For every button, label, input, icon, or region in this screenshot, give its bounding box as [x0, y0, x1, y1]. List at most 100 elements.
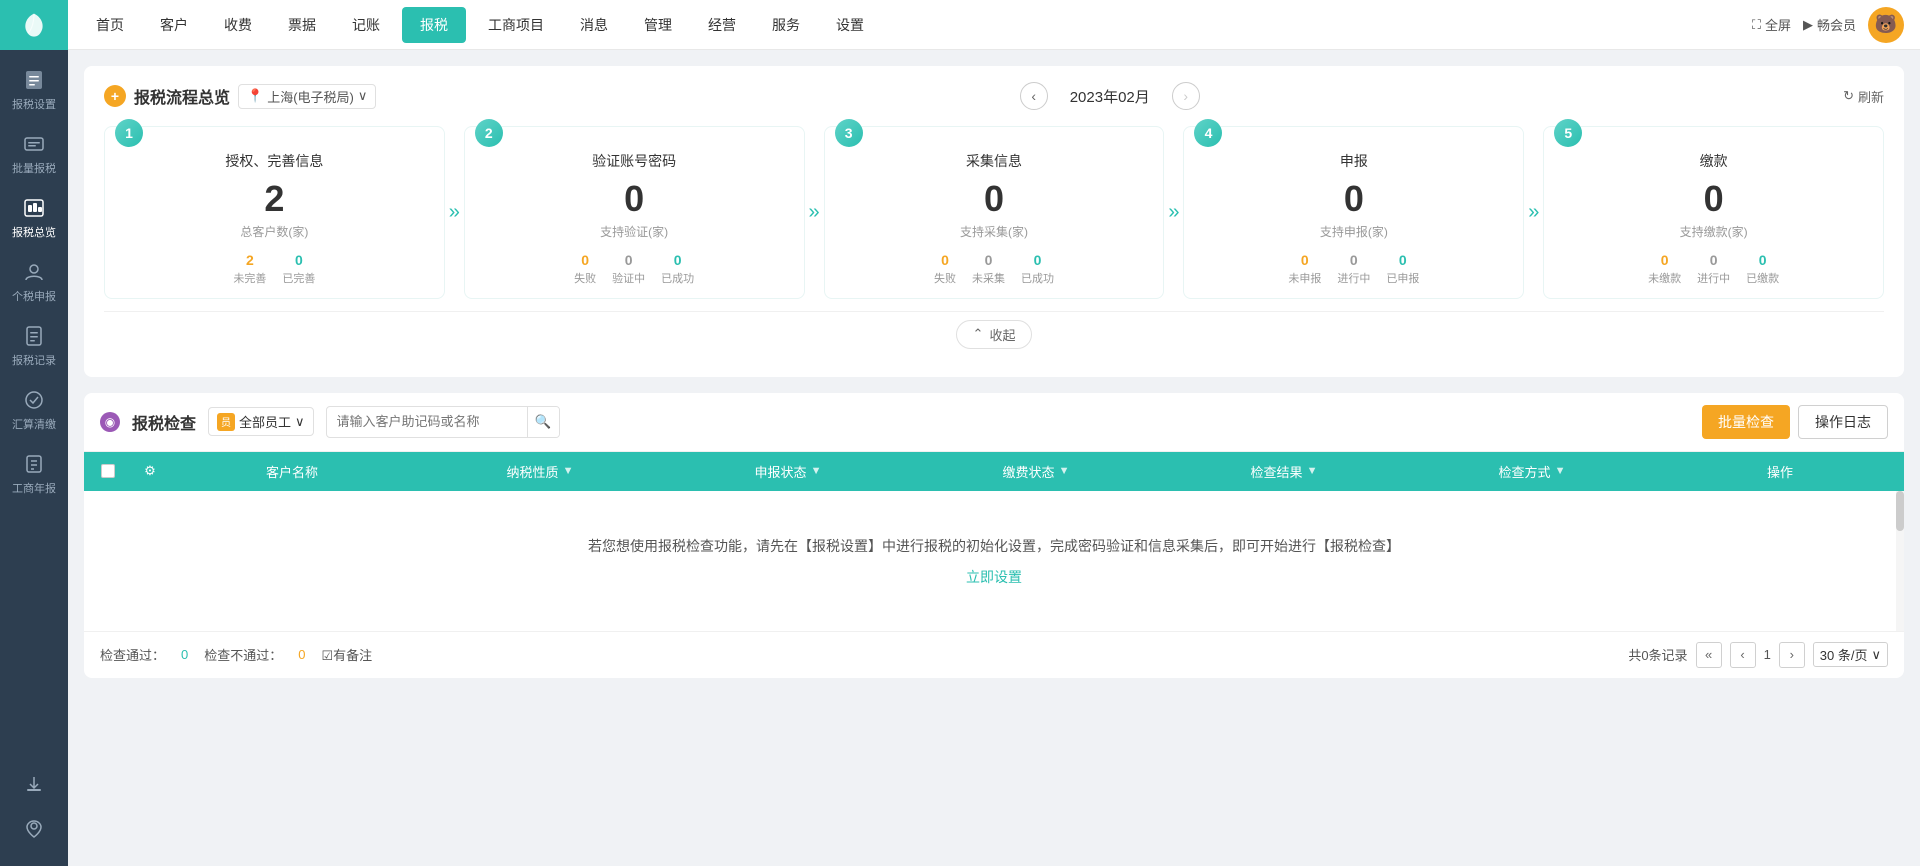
step-5-sub-stats: 0 未缴款 0 进行中 0 已缴款 [1556, 252, 1871, 286]
nav-home[interactable]: 首页 [78, 0, 142, 50]
sidebar-item-annual-report[interactable]: 工商年报 [0, 442, 68, 506]
step-1-sub-0-value: 2 [246, 252, 254, 268]
step-1-title: 授权、完善信息 [225, 151, 323, 171]
nav-fee[interactable]: 收费 [206, 0, 270, 50]
search-input[interactable] [327, 409, 527, 434]
nav-bookkeeping[interactable]: 记账 [334, 0, 398, 50]
step-5-title: 缴款 [1700, 151, 1728, 171]
batch-check-button[interactable]: 批量检查 [1702, 405, 1790, 439]
step-3-value: 0 [984, 179, 1004, 219]
sidebar-item-tax-settings[interactable]: 报税设置 [0, 58, 68, 122]
flow-steps: 1 授权、完善信息 2 总客户数(家) 2 未完善 0 已完善 [104, 126, 1884, 299]
prev-month-button[interactable]: ‹ [1020, 82, 1048, 110]
th-fee-status[interactable]: 缴费状态 ▼ [912, 452, 1160, 491]
sidebar-item-tax-overview[interactable]: 报税总览 [0, 186, 68, 250]
operation-log-button[interactable]: 操作日志 [1798, 405, 1888, 439]
fullscreen-icon: ⛶ [1752, 17, 1761, 33]
step-4-label: 支持申报(家) [1320, 223, 1388, 240]
nav-customer[interactable]: 客户 [142, 0, 206, 50]
nav-invoice[interactable]: 票据 [270, 0, 334, 50]
nav-message[interactable]: 消息 [562, 0, 626, 50]
flow-overview-card: + 报税流程总览 📍 上海(电子税局) ∨ ‹ 2023年02月 › ↻ 刷新 [84, 66, 1904, 377]
sidebar-item-batch-tax[interactable]: 批量报税 [0, 122, 68, 186]
flow-title-left: + 报税流程总览 📍 上海(电子税局) ∨ [104, 84, 376, 109]
sidebar-item-location[interactable] [0, 806, 68, 850]
annual-report-icon [22, 452, 46, 476]
search-button[interactable]: 🔍 [527, 407, 559, 437]
step-2-label: 支持验证(家) [600, 223, 668, 240]
nav-operation[interactable]: 经营 [690, 0, 754, 50]
sidebar-item-tax-record[interactable]: 报税记录 [0, 314, 68, 378]
table-empty-area: 若您想使用报税检查功能，请先在【报税设置】中进行报税的初始化设置，完成密码验证和… [84, 491, 1904, 631]
avatar[interactable]: 🐻 [1868, 7, 1904, 43]
nav-tax[interactable]: 报税 [402, 7, 466, 43]
page-size-selector[interactable]: 30 条/页 ∨ [1813, 642, 1888, 667]
step-4-sub-2-value: 0 [1399, 252, 1407, 268]
first-page-button[interactable]: « [1696, 642, 1722, 668]
flow-step-1: 1 授权、完善信息 2 总客户数(家) 2 未完善 0 已完善 [104, 126, 445, 299]
flow-location-selector[interactable]: 📍 上海(电子税局) ∨ [238, 84, 376, 109]
sidebar-item-personal-tax[interactable]: 个税申报 [0, 250, 68, 314]
table-scroll-container: 若您想使用报税检查功能，请先在【报税设置】中进行报税的初始化设置，完成密码验证和… [84, 491, 1904, 631]
member-label: 畅会员 [1817, 15, 1856, 34]
step-1-sub-0: 2 未完善 [233, 252, 266, 286]
logo[interactable] [0, 0, 68, 50]
arrow-1: » [445, 126, 464, 299]
nav-business[interactable]: 工商项目 [470, 0, 562, 50]
nav-manage[interactable]: 管理 [626, 0, 690, 50]
th-check-result[interactable]: 检查结果 ▼ [1160, 452, 1408, 491]
step-2-sub-2: 0 已成功 [661, 252, 694, 286]
nav-right-area: ⛶ 全屏 ▶ 畅会员 🐻 [1752, 7, 1920, 43]
sidebar-label-annual-report: 工商年报 [12, 480, 56, 496]
th-gear[interactable]: ⚙ [132, 452, 168, 491]
step-3-badge: 3 [835, 119, 863, 147]
step-1-sub-1-label: 已完善 [282, 270, 315, 286]
table-scrollbar-thumb[interactable] [1896, 491, 1904, 531]
arrow-3: » [1164, 126, 1183, 299]
flow-step-4: 4 申报 0 支持申报(家) 0 未申报 0 进行中 [1183, 126, 1524, 299]
annual-clearance-icon [22, 388, 46, 412]
fail-value[interactable]: 0 [298, 647, 305, 662]
staff-selector[interactable]: 员 全部员工 ∨ [208, 407, 314, 436]
step-5-sub-0-label: 未缴款 [1648, 270, 1681, 286]
main-layout: 报税设置 批量报税 报税总览 [0, 50, 1920, 866]
prev-page-button[interactable]: ‹ [1730, 642, 1756, 668]
setup-link[interactable]: 立即设置 [966, 567, 1022, 587]
next-month-button[interactable]: › [1172, 82, 1200, 110]
th-check-method[interactable]: 检查方式 ▼ [1408, 452, 1656, 491]
table-container: ⚙ 客户名称 纳税性质 ▼ 申报状态 ▼ 缴费状态 ▼ [84, 452, 1904, 631]
step-4-sub-1: 0 进行中 [1337, 252, 1370, 286]
th-declare-status[interactable]: 申报状态 ▼ [664, 452, 912, 491]
collapse-button[interactable]: ⌃ 收起 [956, 320, 1033, 349]
pass-value[interactable]: 0 [181, 647, 188, 662]
member-button[interactable]: ▶ 畅会员 [1803, 15, 1856, 34]
tax-settings-icon [22, 68, 46, 92]
tax-check-header: ◉ 报税检查 员 全部员工 ∨ 🔍 批量检查 操作日志 [84, 393, 1904, 452]
sidebar-item-download[interactable] [0, 762, 68, 806]
step-2-value: 0 [624, 179, 644, 219]
header-checkbox[interactable] [101, 464, 115, 478]
footer-pagination: 共0条记录 « ‹ 1 › 30 条/页 ∨ [1628, 642, 1888, 668]
nav-settings[interactable]: 设置 [818, 0, 882, 50]
table-scrollbar[interactable] [1896, 491, 1904, 631]
fee-status-filter-icon: ▼ [1059, 465, 1070, 477]
check-method-filter-icon: ▼ [1555, 465, 1566, 477]
nav-service[interactable]: 服务 [754, 0, 818, 50]
th-tax-nature[interactable]: 纳税性质 ▼ [416, 452, 664, 491]
personal-tax-icon [22, 260, 46, 284]
step-1-sub-1-value: 0 [295, 252, 303, 268]
step-5-sub-1: 0 进行中 [1697, 252, 1730, 286]
arrow-2: » [805, 126, 824, 299]
arrow-3-icon: » [1168, 201, 1179, 224]
th-checkbox[interactable] [84, 452, 132, 491]
collapse-icon: ⌃ [973, 326, 984, 342]
step-3-sub-0-value: 0 [941, 252, 949, 268]
sidebar-item-annual-clearance[interactable]: 汇算清缴 [0, 378, 68, 442]
step-3-sub-stats: 0 失败 0 未采集 0 已成功 [837, 252, 1152, 286]
th-actions: 操作 [1656, 452, 1904, 491]
step-4-sub-1-value: 0 [1350, 252, 1358, 268]
next-page-button[interactable]: › [1779, 642, 1805, 668]
flow-title-icon: + [104, 85, 126, 107]
refresh-button[interactable]: ↻ 刷新 [1843, 87, 1884, 106]
fullscreen-button[interactable]: ⛶ 全屏 [1752, 15, 1791, 34]
